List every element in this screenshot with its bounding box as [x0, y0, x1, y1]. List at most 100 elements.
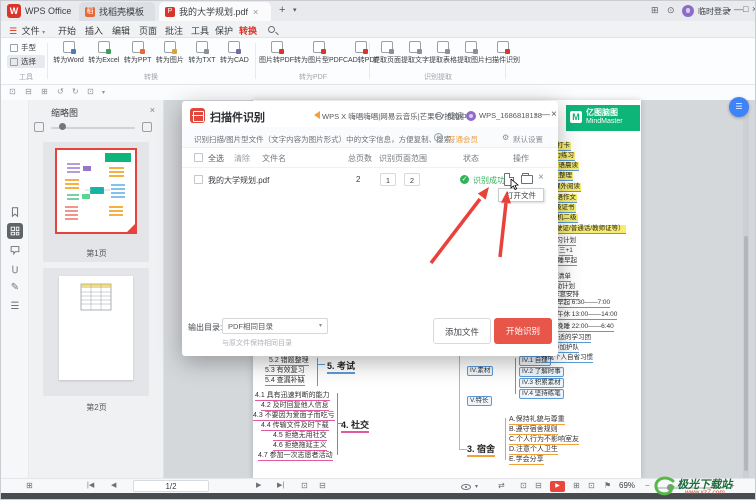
row-checkbox[interactable] [194, 175, 203, 184]
layout-icon[interactable]: ⊞ [651, 5, 659, 16]
layers-icon[interactable]: ☰ [7, 299, 23, 315]
print-icon[interactable]: ⊞ [41, 87, 48, 96]
new-tab-button[interactable]: + [279, 4, 285, 16]
ribbon-button[interactable]: 提取图片 [457, 41, 485, 65]
add-file-button[interactable]: 添加文件 [433, 318, 491, 344]
zoom-percent[interactable]: 69% [619, 481, 635, 490]
start-recognition-button[interactable]: 开始识别 [494, 318, 552, 344]
signature-icon[interactable]: ✎ [7, 280, 23, 296]
fit-page-icon[interactable]: ⊟ [535, 481, 542, 490]
user-account-label[interactable]: 临时登录 [698, 6, 730, 17]
fit-width-icon[interactable]: ⊡ [520, 481, 527, 490]
grid-view-icon[interactable]: ⊞ [573, 481, 580, 490]
play-fullscreen-button[interactable]: ▶ [550, 481, 565, 492]
select-all-label[interactable]: 全选 [208, 153, 224, 164]
fullscreen-icon[interactable]: ⊡ [588, 481, 595, 490]
menu-item-convert[interactable]: 转换 [239, 24, 257, 37]
account-caret-icon[interactable]: ▾ [534, 112, 537, 119]
ribbon-button[interactable]: 扫描件识别 [485, 41, 520, 65]
page-1-thumbnail[interactable] [55, 148, 137, 234]
document-scrollbar[interactable] [743, 100, 749, 479]
panel-close-icon[interactable]: × [150, 105, 155, 115]
info-icon[interactable]: i [434, 133, 443, 142]
bookmark-flag-icon[interactable]: ⚑ [604, 481, 611, 490]
undo-icon[interactable]: ↺ [57, 87, 64, 96]
more-caret-icon[interactable]: ▾ [102, 89, 105, 96]
hand-tool-icon[interactable]: ⊡ [301, 481, 308, 490]
next-page-button[interactable]: ▶ [256, 481, 261, 489]
thumbnails-icon[interactable] [7, 223, 23, 239]
mindmap-node: 4. 社交 [341, 418, 370, 433]
upgrade-member-link[interactable]: 开通会员 [448, 134, 478, 145]
zoom-out-thumb-icon[interactable] [34, 122, 44, 132]
prev-page-button[interactable]: ◀ [111, 481, 116, 489]
attachment-icon[interactable] [7, 261, 23, 277]
ribbon-button[interactable]: 提取表格 [429, 41, 457, 65]
first-page-button[interactable]: |◀ [87, 481, 94, 489]
bookmark-icon[interactable] [7, 204, 23, 220]
ribbon-button[interactable]: 提取文字 [401, 41, 429, 65]
menu-item-comment[interactable]: 批注 [165, 24, 183, 37]
history-icon[interactable]: ⊙ [667, 5, 675, 16]
scrollbar-thumb[interactable] [744, 236, 748, 471]
folder-icon[interactable]: ⊡ [9, 87, 16, 96]
ribbon-button[interactable]: 选择 [7, 55, 45, 68]
read-mode-eye-icon[interactable] [461, 484, 471, 490]
menu-item-home[interactable]: 开始 [58, 24, 76, 37]
thumb-size-slider-handle[interactable] [59, 123, 66, 130]
zoom-out-button[interactable]: − [645, 481, 650, 490]
select-tool-icon[interactable]: ⊟ [319, 481, 326, 490]
minimize-button[interactable]: — [734, 4, 743, 14]
close-button[interactable]: × [752, 4, 755, 14]
ribbon-button[interactable]: 图片转PDF [259, 41, 294, 65]
range-from-input[interactable]: 1 [380, 173, 396, 186]
tab-pdf-document[interactable]: P 我的大学规划.pdf × [159, 2, 271, 21]
ribbon-button[interactable]: 转为PPT [124, 41, 151, 65]
menu-item-insert[interactable]: 插入 [85, 24, 103, 37]
tab-list-caret-icon[interactable]: ▾ [293, 6, 297, 14]
output-dir-select[interactable]: PDF相同目录 ▾ [222, 318, 328, 334]
last-page-button[interactable]: ▶| [277, 481, 284, 489]
default-settings-link[interactable]: 默认设置 [513, 134, 543, 145]
page-number-input[interactable]: 1/2 [133, 480, 209, 492]
menu-item-tools[interactable]: 工具 [191, 24, 209, 37]
tab-docer[interactable]: 稻 找稻壳模板 [79, 2, 155, 21]
tab-close-icon[interactable]: × [253, 7, 258, 17]
clear-label[interactable]: 清除 [234, 153, 250, 164]
menu-file[interactable]: ☰ 文件 ▾ [9, 24, 45, 37]
redo-icon[interactable]: ↻ [72, 87, 79, 96]
save-icon[interactable]: ⊟ [25, 87, 32, 96]
dialog-close-button[interactable]: × [551, 109, 557, 120]
copy-icon[interactable]: ⊡ [87, 87, 94, 96]
dialog-minimize-button[interactable]: — [541, 109, 550, 119]
menu-item-protect[interactable]: 保护 [215, 24, 233, 37]
open-folder-icon[interactable] [521, 173, 533, 184]
ribbon-button[interactable]: 手型 [7, 41, 45, 54]
remove-file-icon[interactable]: × [538, 172, 544, 183]
assistant-float-button[interactable]: ☰ [729, 97, 749, 117]
select-all-checkbox[interactable] [194, 153, 203, 162]
ribbon-button[interactable]: 转为CAD [220, 41, 249, 65]
zoom-in-thumb-icon[interactable] [142, 122, 152, 132]
ribbon-button[interactable]: 提取页面 [373, 41, 401, 65]
ribbon-button[interactable]: 转为图片 [156, 41, 184, 65]
range-to-input[interactable]: 2 [404, 173, 420, 186]
ribbon-button[interactable]: 转为Excel [88, 41, 119, 65]
feedback-link[interactable]: 反馈 [447, 111, 463, 122]
eye-caret-icon[interactable]: ▾ [475, 483, 478, 490]
maximize-button[interactable]: □ [743, 4, 748, 14]
page-2-thumbnail[interactable] [59, 276, 133, 380]
ribbon-button[interactable]: 转为Word [53, 41, 84, 65]
single-page-icon[interactable]: ⇄ [498, 481, 505, 490]
user-caret-icon[interactable]: ▾ [728, 7, 731, 14]
search-icon[interactable] [268, 26, 275, 33]
user-avatar[interactable] [682, 5, 694, 17]
comments-icon[interactable] [7, 242, 23, 258]
dialog-description: 识别扫描/图片型文件（文字内容为图片形式）中的文字信息，方便复制、搜索。 [194, 135, 459, 144]
menu-item-page[interactable]: 页面 [139, 24, 157, 37]
menu-item-edit[interactable]: 编辑 [112, 24, 130, 37]
dialog-account-label[interactable]: WPS_1686818138 [479, 111, 542, 120]
ribbon-button[interactable]: 转为TXT [188, 41, 216, 65]
panel-toggle-icon[interactable]: ⊞ [26, 481, 33, 490]
ribbon-button[interactable]: 转为图片型PDF [294, 41, 343, 65]
